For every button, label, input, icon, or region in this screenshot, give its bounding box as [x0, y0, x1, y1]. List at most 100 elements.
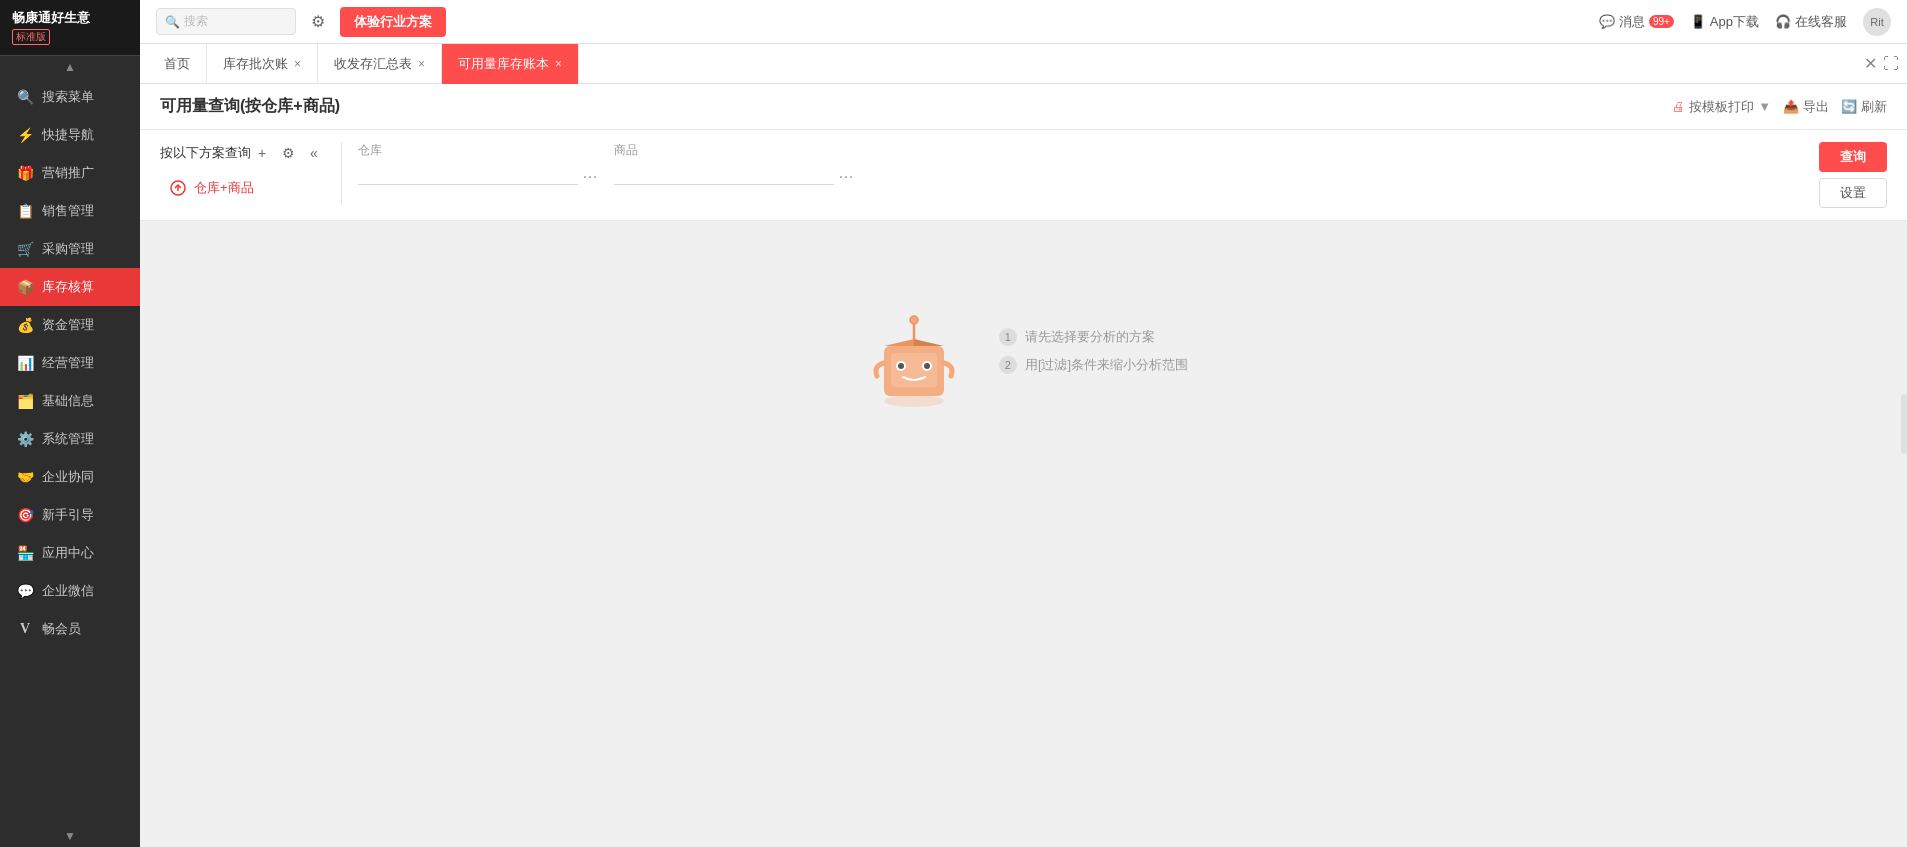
- warehouse-input[interactable]: [358, 161, 578, 185]
- close-icon[interactable]: ×: [294, 57, 301, 71]
- settings-button[interactable]: 设置: [1819, 178, 1887, 208]
- app-version: 标准版: [12, 29, 50, 45]
- tab-batch-account[interactable]: 库存批次账 ×: [207, 44, 318, 84]
- refresh-btn[interactable]: 🔄 刷新: [1841, 98, 1887, 116]
- scheme-item-label: 仓库+商品: [194, 179, 254, 197]
- export-icon: 📤: [1783, 99, 1799, 114]
- sidebar-item-label: 营销推广: [42, 164, 94, 182]
- empty-hint-2: 2 用[过滤]条件来缩小分析范围: [999, 356, 1188, 374]
- goods-input[interactable]: [614, 161, 834, 185]
- message-badge: 99+: [1649, 15, 1674, 28]
- sidebar-item-search[interactable]: 🔍 搜索菜单: [0, 78, 140, 116]
- collapse-scheme-icon[interactable]: «: [303, 142, 325, 164]
- hint-number-2: 2: [999, 356, 1017, 374]
- scroll-up-btn[interactable]: ▲: [0, 56, 140, 78]
- page-content: 可用量查询(按仓库+商品) 🖨 按模板打印 ▼ 📤 导出 🔄 刷新: [140, 84, 1907, 847]
- sidebar-item-purchase[interactable]: 🛒 采购管理: [0, 230, 140, 268]
- sidebar-item-system[interactable]: ⚙️ 系统管理: [0, 420, 140, 458]
- tabs-close-btn[interactable]: ✕ ⛶: [1864, 54, 1899, 73]
- topbar-left: 🔍 搜索 ⚙ 体验行业方案: [156, 7, 446, 37]
- svg-point-1: [884, 395, 944, 407]
- finance-icon: 💰: [16, 316, 34, 334]
- query-button[interactable]: 查询: [1819, 142, 1887, 172]
- sidebar-item-label: 基础信息: [42, 392, 94, 410]
- app-download-label: App下载: [1710, 13, 1759, 31]
- close-icon[interactable]: ×: [555, 57, 562, 71]
- scheme-item-icon: [168, 178, 188, 198]
- tab-collect-account[interactable]: 收发存汇总表 ×: [318, 44, 442, 84]
- add-scheme-icon[interactable]: +: [251, 142, 273, 164]
- sidebar-item-label: 新手引导: [42, 506, 94, 524]
- filter-actions: 查询 设置: [1819, 142, 1887, 208]
- print-btn[interactable]: 🖨 按模板打印 ▼: [1672, 98, 1771, 116]
- message-btn[interactable]: 💬 消息 99+: [1599, 13, 1674, 31]
- online-service-btn[interactable]: 🎧 在线客服: [1775, 13, 1847, 31]
- sidebar-item-marketing[interactable]: 🎁 营销推广: [0, 154, 140, 192]
- sidebar-item-member[interactable]: V 畅会员: [0, 610, 140, 648]
- scheme-item-warehouse-goods[interactable]: 仓库+商品: [160, 172, 325, 204]
- scroll-down-btn[interactable]: ▼: [0, 825, 140, 847]
- close-icon[interactable]: ×: [418, 57, 425, 71]
- inventory-icon: 📦: [16, 278, 34, 296]
- settings-gear-icon[interactable]: ⚙: [304, 8, 332, 36]
- guide-icon: 🎯: [16, 506, 34, 524]
- purchase-icon: 🛒: [16, 240, 34, 258]
- tab-home[interactable]: 首页: [148, 44, 207, 84]
- export-btn[interactable]: 📤 导出: [1783, 98, 1829, 116]
- page-title: 可用量查询(按仓库+商品): [160, 96, 340, 117]
- trial-button[interactable]: 体验行业方案: [340, 7, 446, 37]
- goods-field-label: 商品: [614, 142, 854, 159]
- print-label: 按模板打印: [1689, 98, 1754, 116]
- tab-available-account[interactable]: 可用量库存账本 ×: [442, 44, 579, 84]
- goods-more-icon[interactable]: …: [838, 164, 854, 182]
- empty-hint-2-text: 用[过滤]条件来缩小分析范围: [1025, 356, 1188, 374]
- search-icon: 🔍: [165, 15, 180, 29]
- sidebar-item-label: 企业协同: [42, 468, 94, 486]
- export-label: 导出: [1803, 98, 1829, 116]
- tabs-bar: 首页 库存批次账 × 收发存汇总表 × 可用量库存账本 × ✕ ⛶: [140, 44, 1907, 84]
- sidebar-item-label: 搜索菜单: [42, 88, 94, 106]
- svg-point-5: [898, 363, 904, 369]
- sidebar-item-finance[interactable]: 💰 资金管理: [0, 306, 140, 344]
- operation-icon: 📊: [16, 354, 34, 372]
- sidebar-item-label: 畅会员: [42, 620, 81, 638]
- phone-icon: 📱: [1690, 14, 1706, 29]
- page-header-actions: 🖨 按模板打印 ▼ 📤 导出 🔄 刷新: [1672, 98, 1887, 116]
- sidebar-item-operation[interactable]: 📊 经营管理: [0, 344, 140, 382]
- empty-state-content: 1 请先选择要分析的方案 2 用[过滤]条件来缩小分析范围: [859, 301, 1188, 401]
- sidebar-item-label: 企业微信: [42, 582, 94, 600]
- hint-number-1: 1: [999, 328, 1017, 346]
- scheme-actions: + ⚙ «: [251, 142, 325, 164]
- svg-point-7: [924, 363, 930, 369]
- sidebar-item-enterprise[interactable]: 🤝 企业协同: [0, 458, 140, 496]
- sidebar-item-guide[interactable]: 🎯 新手引导: [0, 496, 140, 534]
- sidebar-item-label: 资金管理: [42, 316, 94, 334]
- chevron-down-icon[interactable]: ▼: [1758, 99, 1771, 114]
- sidebar-item-sales[interactable]: 📋 销售管理: [0, 192, 140, 230]
- warehouse-more-icon[interactable]: …: [582, 164, 598, 182]
- user-avatar[interactable]: Rit: [1863, 8, 1891, 36]
- sidebar-item-label: 销售管理: [42, 202, 94, 220]
- sidebar-item-inventory[interactable]: 📦 库存核算: [0, 268, 140, 306]
- filter-field-goods: 商品 …: [614, 142, 854, 185]
- topbar: 🔍 搜索 ⚙ 体验行业方案 💬 消息 99+ 📱 App下载 🎧 在线客服 Ri…: [140, 0, 1907, 44]
- warehouse-field-label: 仓库: [358, 142, 598, 159]
- app-name: 畅康通好生意: [12, 10, 128, 27]
- sidebar-header: 畅康通好生意 标准版: [0, 0, 140, 56]
- sidebar-item-basic[interactable]: 🗂️ 基础信息: [0, 382, 140, 420]
- sidebar-item-wechat[interactable]: 💬 企业微信: [0, 572, 140, 610]
- print-icon: 🖨: [1672, 99, 1685, 114]
- sidebar-item-label: 采购管理: [42, 240, 94, 258]
- app-download-btn[interactable]: 📱 App下载: [1690, 13, 1759, 31]
- tab-batch-account-label: 库存批次账: [223, 55, 288, 73]
- sidebar-item-shortcut[interactable]: ⚡ 快捷导航: [0, 116, 140, 154]
- edit-scheme-icon[interactable]: ⚙: [277, 142, 299, 164]
- sidebar-item-label: 经营管理: [42, 354, 94, 372]
- tab-available-account-label: 可用量库存账本: [458, 55, 549, 73]
- sidebar-item-apps[interactable]: 🏪 应用中心: [0, 534, 140, 572]
- search-icon: 🔍: [16, 88, 34, 106]
- empty-state: 1 请先选择要分析的方案 2 用[过滤]条件来缩小分析范围: [140, 221, 1907, 481]
- search-box[interactable]: 🔍 搜索: [156, 8, 296, 35]
- tab-home-label: 首页: [164, 55, 190, 73]
- enterprise-icon: 🤝: [16, 468, 34, 486]
